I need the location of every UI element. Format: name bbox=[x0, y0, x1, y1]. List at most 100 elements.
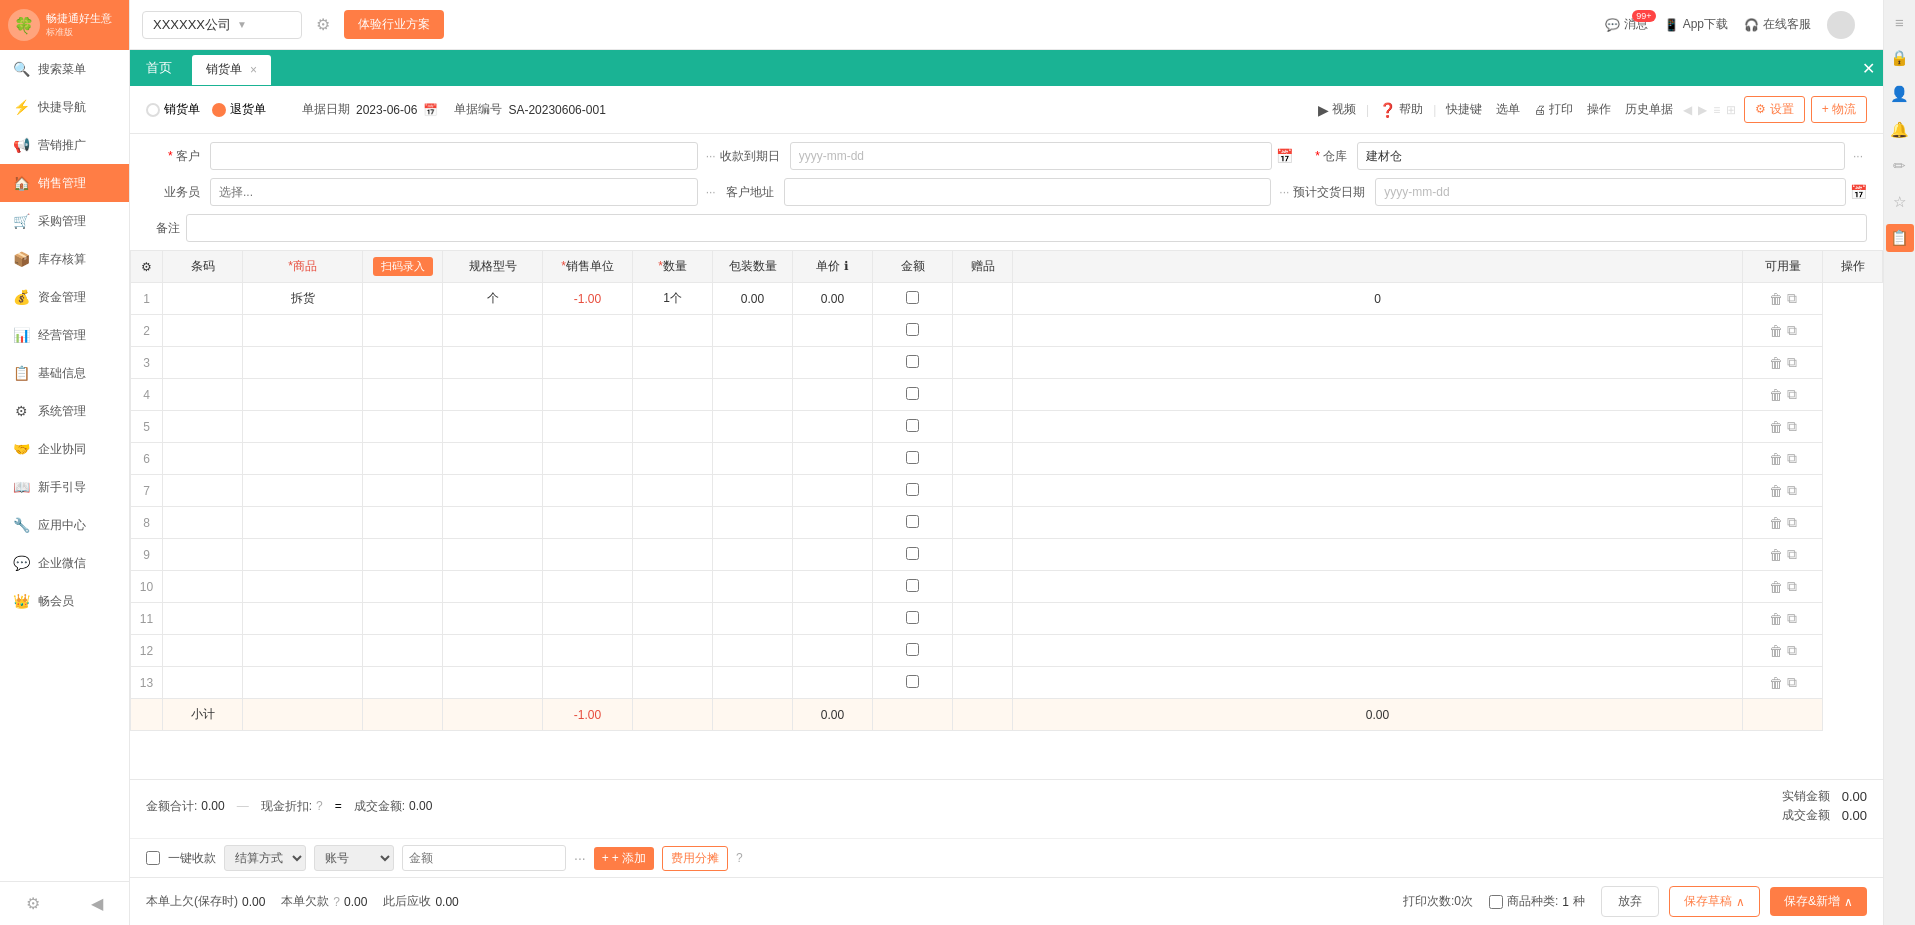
row-price[interactable]: 0.00 bbox=[713, 283, 793, 315]
copy-icon[interactable]: ⧉ bbox=[1787, 514, 1797, 531]
copy-icon[interactable]: ⧉ bbox=[1787, 450, 1797, 467]
tab-sales-order[interactable]: 销货单 × bbox=[192, 55, 271, 85]
copy-icon[interactable]: ⧉ bbox=[1787, 482, 1797, 499]
trial-button[interactable]: 体验行业方案 bbox=[344, 10, 444, 39]
row-product[interactable] bbox=[243, 315, 363, 347]
delete-icon[interactable]: 🗑 bbox=[1769, 675, 1783, 691]
right-panel-icon-2[interactable]: 🔒 bbox=[1886, 44, 1914, 72]
total-debt-help-icon[interactable]: ? bbox=[333, 895, 340, 909]
copy-icon[interactable]: ⧉ bbox=[1787, 578, 1797, 595]
delete-icon[interactable]: 🗑 bbox=[1769, 483, 1783, 499]
delete-icon[interactable]: 🗑 bbox=[1769, 355, 1783, 371]
sidebar-item-finance[interactable]: 💰 资金管理 bbox=[0, 278, 129, 316]
discount-help-icon[interactable]: ? bbox=[316, 799, 323, 813]
row-remark-cell[interactable] bbox=[953, 315, 1013, 347]
fee-help-icon[interactable]: ? bbox=[736, 851, 743, 865]
sidebar-item-appstore[interactable]: 🔧 应用中心 bbox=[0, 506, 129, 544]
copy-icon[interactable]: ⧉ bbox=[1787, 354, 1797, 371]
history-btn[interactable]: 历史单据 bbox=[1621, 99, 1677, 120]
sidebar-item-operations[interactable]: 📊 经营管理 bbox=[0, 316, 129, 354]
sidebar-item-quicknav[interactable]: ⚡ 快捷导航 bbox=[0, 88, 129, 126]
radio-sale[interactable]: 销货单 bbox=[146, 101, 200, 118]
row-remark-cell[interactable] bbox=[953, 283, 1013, 315]
gift-checkbox[interactable] bbox=[906, 483, 919, 496]
fee-split-button[interactable]: 费用分摊 bbox=[662, 846, 728, 871]
right-panel-icon-3[interactable]: 👤 bbox=[1886, 80, 1914, 108]
gift-checkbox[interactable] bbox=[906, 675, 919, 688]
sidebar-item-basic[interactable]: 📋 基础信息 bbox=[0, 354, 129, 392]
gift-checkbox[interactable] bbox=[906, 291, 919, 304]
online-service-button[interactable]: 🎧 在线客服 bbox=[1744, 16, 1811, 33]
right-panel-icon-6[interactable]: ☆ bbox=[1886, 188, 1914, 216]
sidebar-item-purchase[interactable]: 🛒 采购管理 bbox=[0, 202, 129, 240]
save-new-button[interactable]: 保存&新增 ∧ bbox=[1770, 887, 1867, 916]
delete-icon[interactable]: 🗑 bbox=[1769, 323, 1783, 339]
payment-dots[interactable]: ··· bbox=[574, 850, 586, 866]
gift-checkbox[interactable] bbox=[906, 355, 919, 368]
sidebar-item-system[interactable]: ⚙ 系统管理 bbox=[0, 392, 129, 430]
print-btn[interactable]: 🖨 打印 bbox=[1530, 99, 1577, 120]
calc-method-select[interactable]: 结算方式 bbox=[224, 845, 306, 871]
expected-date-input[interactable] bbox=[1375, 178, 1846, 206]
delete-icon[interactable]: 🗑 bbox=[1769, 579, 1783, 595]
gift-checkbox[interactable] bbox=[906, 547, 919, 560]
remark-input[interactable] bbox=[186, 214, 1867, 242]
delete-icon[interactable]: 🗑 bbox=[1769, 547, 1783, 563]
salesperson-dots[interactable]: ··· bbox=[702, 185, 720, 199]
delete-icon[interactable]: 🗑 bbox=[1769, 451, 1783, 467]
gift-checkbox[interactable] bbox=[906, 419, 919, 432]
tab-close-icon[interactable]: × bbox=[250, 63, 257, 77]
salesperson-input[interactable] bbox=[210, 178, 698, 206]
row-gift[interactable] bbox=[873, 283, 953, 315]
settings-bottom-icon[interactable]: ⚙ bbox=[22, 890, 44, 917]
expected-date-cal-icon[interactable]: 📅 bbox=[1850, 184, 1867, 200]
copy-icon[interactable]: ⧉ bbox=[1787, 322, 1797, 339]
warehouse-dots[interactable]: ··· bbox=[1849, 149, 1867, 163]
sidebar-item-member[interactable]: 👑 畅会员 bbox=[0, 582, 129, 620]
gift-checkbox[interactable] bbox=[906, 611, 919, 624]
delete-icon[interactable]: 🗑 bbox=[1769, 643, 1783, 659]
row-price[interactable] bbox=[713, 315, 793, 347]
right-panel-icon-5[interactable]: ✏ bbox=[1886, 152, 1914, 180]
help-btn[interactable]: ❓ 帮助 bbox=[1375, 99, 1427, 120]
company-selector[interactable]: XXXXXX公司 ▼ bbox=[142, 11, 302, 39]
message-button[interactable]: 💬 消息 99+ bbox=[1605, 16, 1648, 33]
row-qty[interactable]: -1.00 bbox=[543, 283, 633, 315]
sidebar-item-guide[interactable]: 📖 新手引导 bbox=[0, 468, 129, 506]
row-spec[interactable] bbox=[363, 315, 443, 347]
row-gift[interactable] bbox=[873, 315, 953, 347]
tab-home[interactable]: 首页 bbox=[130, 50, 188, 86]
gift-checkbox[interactable] bbox=[906, 579, 919, 592]
row-spec[interactable] bbox=[363, 283, 443, 315]
user-avatar[interactable] bbox=[1827, 11, 1855, 39]
video-btn[interactable]: ▶ 视频 bbox=[1314, 99, 1360, 120]
one-click-checkbox[interactable] bbox=[146, 851, 160, 865]
row-barcode[interactable] bbox=[163, 315, 243, 347]
flow-button[interactable]: + 物流 bbox=[1811, 96, 1867, 123]
calendar-icon[interactable]: 📅 bbox=[423, 103, 438, 117]
right-panel-icon-7[interactable]: 📋 bbox=[1886, 224, 1914, 252]
delete-icon[interactable]: 🗑 bbox=[1769, 611, 1783, 627]
sidebar-item-enterprise[interactable]: 🤝 企业协同 bbox=[0, 430, 129, 468]
doc-num-value[interactable]: SA-20230606-001 bbox=[508, 103, 605, 117]
add-payment-button[interactable]: + + 添加 bbox=[594, 847, 654, 870]
customer-dots[interactable]: ··· bbox=[702, 149, 720, 163]
topbar-gear-icon[interactable]: ⚙ bbox=[312, 11, 334, 38]
row-qty[interactable] bbox=[543, 315, 633, 347]
table-container[interactable]: ⚙ 条码 *商品 扫码录入 规格型号 *销售单位 *数量 包装数量 单价 ℹ 金… bbox=[130, 250, 1883, 779]
row-pkg-qty[interactable] bbox=[633, 315, 713, 347]
customer-addr-dots[interactable]: ··· bbox=[1275, 185, 1293, 199]
abandon-button[interactable]: 放弃 bbox=[1601, 886, 1659, 917]
gift-checkbox[interactable] bbox=[906, 451, 919, 464]
close-all-tabs[interactable]: ✕ bbox=[1862, 59, 1875, 78]
sidebar-item-search[interactable]: 🔍 搜索菜单 bbox=[0, 50, 129, 88]
payment-date-input[interactable] bbox=[790, 142, 1273, 170]
copy-icon[interactable]: ⧉ bbox=[1787, 418, 1797, 435]
delete-icon[interactable]: 🗑 bbox=[1769, 515, 1783, 531]
customer-input[interactable] bbox=[210, 142, 698, 170]
payment-date-cal-icon[interactable]: 📅 bbox=[1276, 148, 1293, 164]
copy-icon[interactable]: ⧉ bbox=[1787, 290, 1797, 307]
collapse-icon[interactable]: ◀ bbox=[87, 890, 107, 917]
product-type-checkbox[interactable] bbox=[1489, 895, 1503, 909]
app-download-button[interactable]: 📱 App下载 bbox=[1664, 16, 1728, 33]
